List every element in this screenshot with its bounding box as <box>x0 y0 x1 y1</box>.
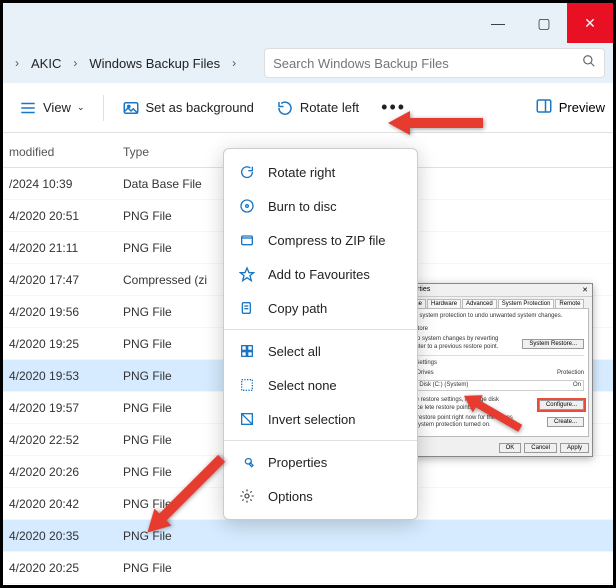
cell-date: 4/2020 19:53 <box>3 369 123 383</box>
menu-options[interactable]: Options <box>224 479 417 513</box>
cell-date: 4/2020 19:57 <box>3 401 123 415</box>
menu-rotate-right[interactable]: Rotate right <box>224 155 417 189</box>
copy-path-icon <box>238 299 256 317</box>
menu-add-favourites[interactable]: Add to Favourites <box>224 257 417 291</box>
wrench-icon <box>238 453 256 471</box>
dialog-text: Use system protection to undo unwanted s… <box>407 313 584 320</box>
chevron-right-icon: › <box>69 56 81 70</box>
menu-compress-zip[interactable]: Compress to ZIP file <box>224 223 417 257</box>
breadcrumb-item[interactable]: Windows Backup Files <box>85 56 224 71</box>
breadcrumb-item[interactable]: AKIC <box>27 56 65 71</box>
rotate-right-icon <box>238 163 256 181</box>
protection-value: On <box>573 382 581 389</box>
search-box[interactable] <box>264 48 605 78</box>
system-restore-button[interactable]: System Restore... <box>522 339 584 349</box>
tab-advanced[interactable]: Advanced <box>462 299 497 308</box>
context-menu: Rotate right Burn to disc Compress to ZI… <box>223 148 418 520</box>
dialog-text: undo system changes by reverting mputer … <box>407 336 513 350</box>
create-button[interactable]: Create... <box>547 417 584 427</box>
address-bar: › AKIC › Windows Backup Files › <box>3 43 613 83</box>
table-row[interactable]: 4/2020 20:25PNG File <box>3 552 613 584</box>
column-header-date[interactable]: modified <box>3 145 123 159</box>
cell-date: 4/2020 20:51 <box>3 209 123 223</box>
preview-label: Preview <box>559 100 605 115</box>
chevron-right-icon[interactable]: › <box>11 56 23 70</box>
menu-label: Rotate right <box>268 165 335 180</box>
section-heading: Restore <box>407 326 584 333</box>
menu-label: Compress to ZIP file <box>268 233 386 248</box>
menu-select-none[interactable]: Select none <box>224 368 417 402</box>
drive-row[interactable]: cal Disk (C:) (System) <box>410 382 468 389</box>
menu-burn-disc[interactable]: Burn to disc <box>224 189 417 223</box>
preview-button[interactable]: Preview <box>535 97 605 118</box>
title-bar: — ▢ ✕ <box>3 3 613 43</box>
cell-date: /2024 10:39 <box>3 177 123 191</box>
disc-icon <box>238 197 256 215</box>
set-background-button[interactable]: Set as background <box>114 93 262 123</box>
rotate-left-button[interactable]: Rotate left <box>268 93 367 123</box>
search-icon[interactable] <box>582 54 596 73</box>
menu-label: Select all <box>268 344 321 359</box>
close-button[interactable]: ✕ <box>567 3 613 43</box>
menu-label: Invert selection <box>268 412 355 427</box>
menu-label: Burn to disc <box>268 199 337 214</box>
view-button[interactable]: View ⌄ <box>11 93 93 123</box>
cell-date: 4/2020 20:26 <box>3 465 123 479</box>
search-input[interactable] <box>273 56 582 71</box>
cell-type: PNG File <box>123 561 243 575</box>
menu-invert-selection[interactable]: Invert selection <box>224 402 417 436</box>
menu-copy-path[interactable]: Copy path <box>224 291 417 325</box>
menu-properties[interactable]: Properties <box>224 445 417 479</box>
select-all-icon <box>238 342 256 360</box>
toolbar: View ⌄ Set as background Rotate left •••… <box>3 83 613 133</box>
dialog-tabs: Name Hardware Advanced System Protection… <box>399 297 592 308</box>
image-icon <box>122 99 140 117</box>
list-icon <box>19 99 37 117</box>
cancel-button[interactable]: Cancel <box>524 443 557 453</box>
preview-icon <box>535 97 553 118</box>
cell-date: 4/2020 19:25 <box>3 337 123 351</box>
menu-label: Properties <box>268 455 327 470</box>
rotate-left-label: Rotate left <box>300 100 359 115</box>
cell-date: 4/2020 20:25 <box>3 561 123 575</box>
menu-label: Add to Favourites <box>268 267 370 282</box>
tab-system-protection[interactable]: System Protection <box>498 299 555 308</box>
tab-hardware[interactable]: Hardware <box>427 299 461 308</box>
minimize-button[interactable]: — <box>475 3 521 43</box>
menu-divider <box>224 329 417 330</box>
cell-date: 4/2020 22:52 <box>3 433 123 447</box>
menu-select-all[interactable]: Select all <box>224 334 417 368</box>
star-icon <box>238 265 256 283</box>
maximize-button[interactable]: ▢ <box>521 3 567 43</box>
invert-icon <box>238 410 256 428</box>
cell-date: 4/2020 21:11 <box>3 241 123 255</box>
menu-label: Options <box>268 489 313 504</box>
protection-header: Protection <box>557 370 584 377</box>
cell-date: 4/2020 20:42 <box>3 497 123 511</box>
cell-date: 4/2020 20:35 <box>3 529 123 543</box>
apply-button[interactable]: Apply <box>560 443 589 453</box>
annotation-arrow <box>388 103 488 148</box>
configure-button[interactable]: Configure... <box>539 400 584 410</box>
cell-date: 4/2020 19:56 <box>3 305 123 319</box>
view-label: View <box>43 100 71 115</box>
zip-icon <box>238 231 256 249</box>
set-background-label: Set as background <box>146 100 254 115</box>
gear-icon <box>238 487 256 505</box>
tab-remote[interactable]: Remote <box>555 299 584 308</box>
menu-divider <box>224 440 417 441</box>
table-row[interactable]: 4/2020 20:35PNG File <box>3 520 613 552</box>
chevron-right-icon[interactable]: › <box>228 56 240 70</box>
menu-label: Select none <box>268 378 337 393</box>
menu-label: Copy path <box>268 301 327 316</box>
divider <box>103 95 104 121</box>
chevron-down-icon: ⌄ <box>77 102 85 113</box>
rotate-left-icon <box>276 99 294 117</box>
close-icon[interactable]: ✕ <box>582 286 588 294</box>
select-none-icon <box>238 376 256 394</box>
cell-date: 4/2020 17:47 <box>3 273 123 287</box>
section-heading: on Settings <box>407 360 584 367</box>
